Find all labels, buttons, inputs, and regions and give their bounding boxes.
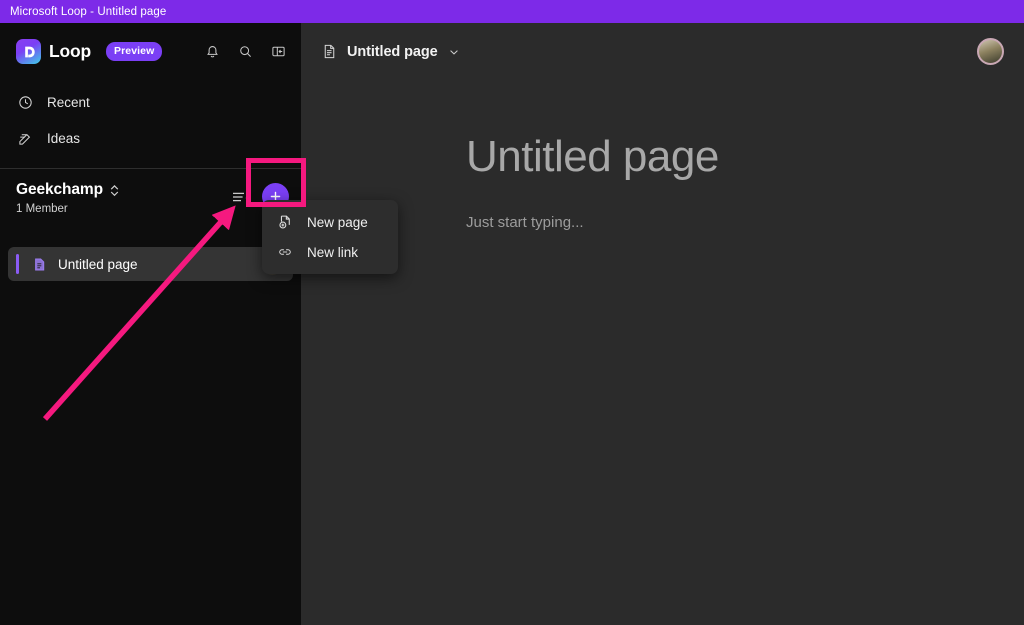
page-title: Untitled page (347, 43, 438, 60)
selected-indicator (16, 254, 19, 274)
clock-icon (16, 93, 35, 112)
brand[interactable]: Loop Preview (16, 39, 163, 64)
list-item[interactable]: Untitled page (8, 247, 293, 281)
breadcrumb[interactable]: Untitled page (321, 43, 460, 60)
chevron-down-icon[interactable] (448, 46, 460, 58)
document-title[interactable]: Untitled page (466, 135, 1024, 179)
notifications-icon[interactable] (201, 41, 223, 63)
workspace-selector[interactable]: Geekchamp (16, 181, 120, 199)
menu-item-label: New page (307, 214, 368, 230)
main-content: Untitled page Untitled page Just start t… (301, 23, 1024, 625)
menu-item-label: New link (307, 244, 359, 260)
sidebar-item-label: Recent (47, 94, 90, 110)
workspace-info: Geekchamp 1 Member (16, 181, 120, 215)
annotation-highlight-box (246, 158, 306, 207)
link-icon (276, 243, 294, 261)
list-item-label: Untitled page (58, 256, 138, 272)
main-header: Untitled page (301, 23, 1024, 80)
new-item-menu: New page New link (262, 200, 398, 274)
chevron-up-down-icon (109, 183, 120, 198)
document-placeholder[interactable]: Just start typing... (466, 214, 1024, 231)
menu-item-new-link[interactable]: New link (262, 237, 398, 267)
menu-item-new-page[interactable]: New page (262, 207, 398, 237)
sidebar-header-actions (201, 41, 289, 63)
pencil-note-icon (16, 129, 35, 148)
workspace-member-count: 1 Member (16, 203, 68, 215)
window-title: Microsoft Loop - Untitled page (10, 5, 167, 18)
document-icon (321, 43, 338, 60)
workspace-page-list: Untitled page (0, 243, 301, 281)
window-titlebar: Microsoft Loop - Untitled page (0, 0, 1024, 23)
user-avatar[interactable] (977, 38, 1004, 65)
loop-app-window: Microsoft Loop - Untitled page Loop Prev… (0, 0, 1024, 625)
preview-badge: Preview (105, 42, 163, 61)
search-icon[interactable] (234, 41, 256, 63)
sidebar-header: Loop Preview (0, 23, 301, 80)
brand-name: Loop (49, 41, 91, 61)
sidebar: Loop Preview Recent Ideas Geekchamp 1 Me… (0, 23, 301, 625)
page-icon (30, 255, 48, 273)
sidebar-item-ideas[interactable]: Ideas (0, 120, 301, 156)
new-page-icon (276, 213, 294, 231)
loop-logo-icon (16, 39, 41, 64)
collapse-panel-icon[interactable] (267, 41, 289, 63)
sidebar-item-label: Ideas (47, 130, 81, 146)
workspace-name: Geekchamp (16, 181, 103, 198)
sidebar-nav: Recent Ideas (0, 80, 301, 156)
document-body: Untitled page Just start typing... (301, 80, 1024, 232)
sidebar-item-recent[interactable]: Recent (0, 84, 301, 120)
